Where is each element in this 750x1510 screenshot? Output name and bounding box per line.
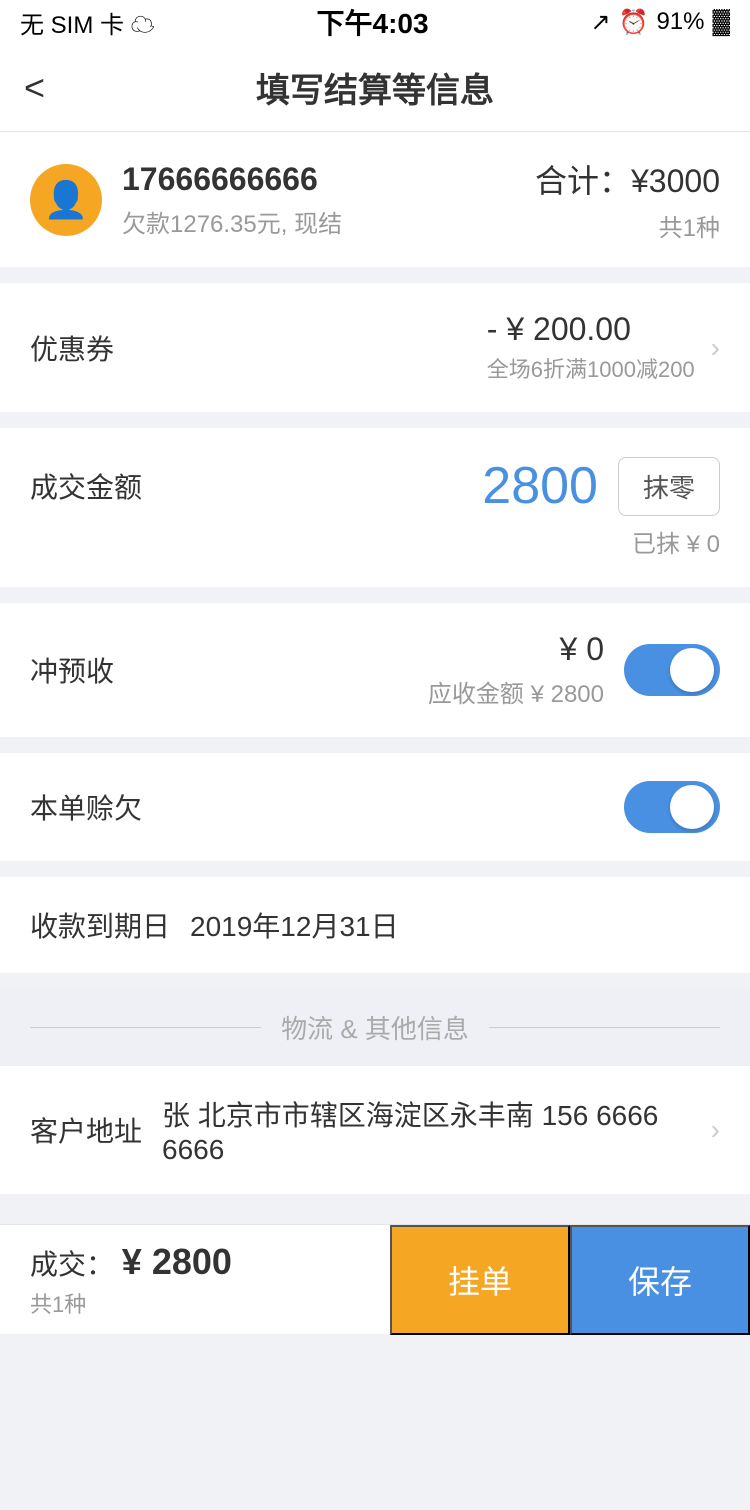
- avatar-icon: 👤: [44, 179, 89, 221]
- nav-bar: < 填写结算等信息: [0, 44, 750, 132]
- prereceive-right: ¥ 0 应收金额 ¥ 2800: [428, 631, 720, 709]
- status-right: ↗ ⏰ 91% ▓: [590, 8, 730, 37]
- save-button[interactable]: 保存: [570, 1225, 750, 1335]
- customer-phone: 17666666666: [122, 161, 342, 198]
- prereceive-label: 冲预收: [30, 650, 114, 690]
- debit-section: 本单赊欠: [0, 753, 750, 861]
- coupon-right: - ¥ 200.00 全场6折满1000减200 ›: [487, 311, 720, 384]
- bottom-deal-amount: ¥ 2800: [122, 1241, 232, 1282]
- deal-amount-section: 成交金额 2800 抹零 已抹 ¥ 0: [0, 428, 750, 587]
- coupon-label: 优惠券: [30, 328, 114, 368]
- avatar: 👤: [30, 164, 102, 236]
- duedate-section: 收款到期日 2019年12月31日: [0, 877, 750, 973]
- prereceive-section: 冲预收 ¥ 0 应收金额 ¥ 2800: [0, 603, 750, 737]
- battery-status: 91%: [656, 8, 704, 36]
- total-count: 共1种: [535, 208, 720, 243]
- bottom-count: 共1种: [30, 1287, 360, 1319]
- debit-label: 本单赊欠: [30, 787, 142, 827]
- address-label: 客户地址: [30, 1110, 142, 1150]
- divider-line-right: [489, 1027, 720, 1028]
- sim-status: 无 SIM 卡 ☁: [20, 5, 155, 40]
- coupon-value: - ¥ 200.00: [487, 311, 695, 348]
- customer-left: 👤 17666666666 欠款1276.35元, 现结: [30, 161, 342, 239]
- bottom-summary: 成交： ¥ 2800 共1种: [0, 1241, 390, 1319]
- toggle-knob: [670, 648, 714, 692]
- prereceive-toggle[interactable]: [624, 644, 720, 696]
- deal-amount-value: 2800: [482, 456, 598, 516]
- address-value: 张 北京市市辖区海淀区永丰南 156 6666 6666: [162, 1094, 711, 1166]
- prereceive-amount-block: ¥ 0 应收金额 ¥ 2800: [428, 631, 604, 709]
- coupon-section: 优惠券 - ¥ 200.00 全场6折满1000减200 ›: [0, 283, 750, 412]
- deal-amount-right: 2800 抹零: [482, 456, 720, 516]
- page-title: 填写结算等信息: [256, 63, 494, 112]
- duedate-row: 收款到期日 2019年12月31日: [30, 905, 720, 945]
- logistics-divider: 物流 & 其他信息: [0, 989, 750, 1066]
- status-bar: 无 SIM 卡 ☁ 下午4:03 ↗ ⏰ 91% ▓: [0, 0, 750, 44]
- customer-right: 合计：¥3000 共1种: [535, 156, 720, 243]
- bottom-deal-label: 成交：: [30, 1249, 114, 1280]
- alarm-icon: ⏰: [619, 8, 649, 37]
- status-time: 下午4:03: [317, 2, 429, 42]
- address-chevron-icon: ›: [711, 1114, 720, 1146]
- deal-amount-label: 成交金额: [30, 466, 142, 506]
- pending-button[interactable]: 挂单: [390, 1225, 570, 1335]
- prereceive-sub: 应收金额 ¥ 2800: [428, 674, 604, 709]
- debit-toggle[interactable]: [624, 781, 720, 833]
- status-left: 无 SIM 卡 ☁: [20, 5, 155, 40]
- customer-card: 👤 17666666666 欠款1276.35元, 现结 合计：¥3000 共1…: [0, 132, 750, 267]
- debit-toggle-knob: [670, 785, 714, 829]
- duedate-label: 收款到期日: [30, 905, 170, 945]
- duedate-value: 2019年12月31日: [190, 905, 399, 945]
- divider-text: 物流 & 其他信息: [281, 1009, 469, 1046]
- coupon-desc: 全场6折满1000减200: [487, 352, 695, 384]
- bottom-deal-row: 成交： ¥ 2800: [30, 1241, 360, 1283]
- divider-line-left: [30, 1027, 261, 1028]
- navigation-icon: ↗: [590, 8, 610, 37]
- total-amount: 合计：¥3000: [535, 156, 720, 202]
- back-button[interactable]: <: [24, 67, 45, 109]
- address-section[interactable]: 客户地址 张 北京市市辖区海淀区永丰南 156 6666 6666 ›: [0, 1066, 750, 1194]
- battery-icon: ▓: [712, 8, 730, 36]
- chevron-right-icon: ›: [711, 332, 720, 364]
- customer-debt: 欠款1276.35元, 现结: [122, 204, 342, 239]
- deal-amount-row: 成交金额 2800 抹零: [30, 456, 720, 516]
- customer-info: 17666666666 欠款1276.35元, 现结: [122, 161, 342, 239]
- bottom-bar: 成交： ¥ 2800 共1种 挂单 保存: [0, 1224, 750, 1334]
- deal-amount-sub: 已抹 ¥ 0: [30, 524, 720, 559]
- round-button[interactable]: 抹零: [618, 457, 720, 516]
- prereceive-row: 冲预收 ¥ 0 应收金额 ¥ 2800: [30, 631, 720, 709]
- coupon-row[interactable]: 优惠券 - ¥ 200.00 全场6折满1000减200 ›: [0, 283, 750, 412]
- prereceive-amount: ¥ 0: [428, 631, 604, 668]
